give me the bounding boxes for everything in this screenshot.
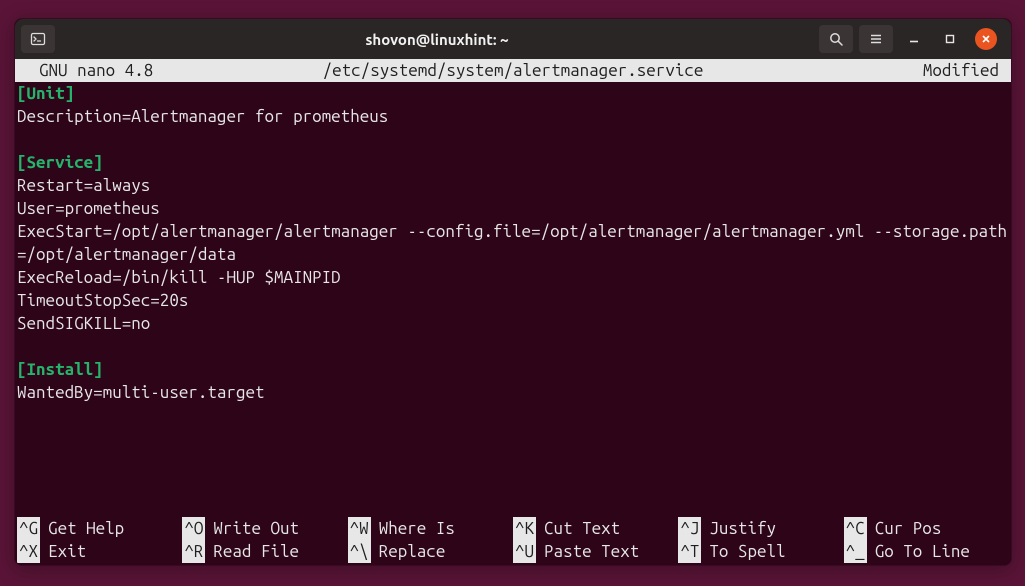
shortcut: ^J Justify <box>678 517 843 540</box>
shortcut-label: Go To Line <box>875 540 970 563</box>
minimize-icon <box>909 34 919 44</box>
window-title: shovon@linuxhint: ~ <box>61 31 813 48</box>
shortcut-key: ^X <box>17 540 40 563</box>
shortcut-label: Write Out <box>213 517 299 540</box>
blank-line <box>17 128 1009 151</box>
shortcut: ^_ Go To Line <box>844 540 1009 563</box>
shortcut: ^O Write Out <box>182 517 347 540</box>
search-button[interactable] <box>819 25 853 53</box>
shortcut-key: ^_ <box>844 540 867 563</box>
shortcut-key: ^J <box>678 517 701 540</box>
hamburger-icon <box>868 31 884 47</box>
config-line: ExecReload=/bin/kill -HUP $MAINPID <box>17 266 1009 289</box>
config-line: User=prometheus <box>17 197 1009 220</box>
section-header: [Install] <box>17 358 1009 381</box>
shortcut-label: Cur Pos <box>875 517 942 540</box>
nano-shortcuts: ^G Get Help ^O Write Out ^W Where Is ^K Cut Tex… <box>15 517 1011 565</box>
shortcut: ^K Cut Text <box>513 517 678 540</box>
shortcut-key: ^T <box>678 540 701 563</box>
shortcut-key: ^K <box>513 517 536 540</box>
shortcut: ^\ Replace <box>348 540 513 563</box>
section-header: [Service] <box>17 151 1009 174</box>
shortcut-label: Where Is <box>379 517 455 540</box>
config-line: ExecStart=/opt/alertmanager/alertmanager… <box>17 220 1009 266</box>
shortcut-key: ^O <box>182 517 205 540</box>
shortcut: ^C Cur Pos <box>844 517 1009 540</box>
terminal-icon <box>30 31 46 47</box>
shortcut: ^T To Spell <box>678 540 843 563</box>
shortcut-label: Cut Text <box>544 517 620 540</box>
config-line: SendSIGKILL=no <box>17 312 1009 335</box>
shortcut: ^X Exit <box>17 540 182 563</box>
maximize-button[interactable] <box>939 28 961 50</box>
shortcut: ^U Paste Text <box>513 540 678 563</box>
terminal-area[interactable]: /etc/systemd/system/alertmanager.service… <box>15 59 1011 565</box>
shortcut: ^G Get Help <box>17 517 182 540</box>
shortcut: ^R Read File <box>182 540 347 563</box>
shortcut-key: ^U <box>513 540 536 563</box>
nano-editor-body[interactable]: [Unit]Description=Alertmanager for prome… <box>15 82 1011 404</box>
shortcut-label: Get Help <box>48 517 124 540</box>
nano-file-path: /etc/systemd/system/alertmanager.service <box>15 59 1011 82</box>
config-line: Restart=always <box>17 174 1009 197</box>
shortcut-label: Paste Text <box>544 540 639 563</box>
shortcut-key: ^\ <box>348 540 371 563</box>
config-line: Description=Alertmanager for prometheus <box>17 105 1009 128</box>
shortcut-key: ^G <box>17 517 40 540</box>
shortcut-label: To Spell <box>709 540 785 563</box>
nano-header: /etc/systemd/system/alertmanager.service… <box>15 59 1011 82</box>
minimize-button[interactable] <box>903 28 925 50</box>
shortcut-key: ^R <box>182 540 205 563</box>
shortcut-key: ^C <box>844 517 867 540</box>
config-line: WantedBy=multi-user.target <box>17 381 1009 404</box>
titlebar: shovon@linuxhint: ~ <box>15 19 1011 59</box>
menu-button[interactable] <box>859 25 893 53</box>
shortcut-label: Replace <box>379 540 446 563</box>
shortcut-label: Justify <box>709 517 776 540</box>
shortcut-label: Exit <box>48 540 86 563</box>
close-button[interactable] <box>975 28 997 50</box>
search-icon <box>828 31 844 47</box>
shortcut-label: Read File <box>213 540 299 563</box>
window-controls <box>903 28 997 50</box>
blank-line <box>17 335 1009 358</box>
section-header: [Unit] <box>17 82 1009 105</box>
close-icon <box>981 34 991 44</box>
shortcut: ^W Where Is <box>348 517 513 540</box>
new-tab-button[interactable] <box>21 25 55 53</box>
config-line: TimeoutStopSec=20s <box>17 289 1009 312</box>
maximize-icon <box>945 34 955 44</box>
terminal-window: shovon@linuxhint: ~ /etc/systemd/system/… <box>14 18 1012 566</box>
shortcut-key: ^W <box>348 517 371 540</box>
